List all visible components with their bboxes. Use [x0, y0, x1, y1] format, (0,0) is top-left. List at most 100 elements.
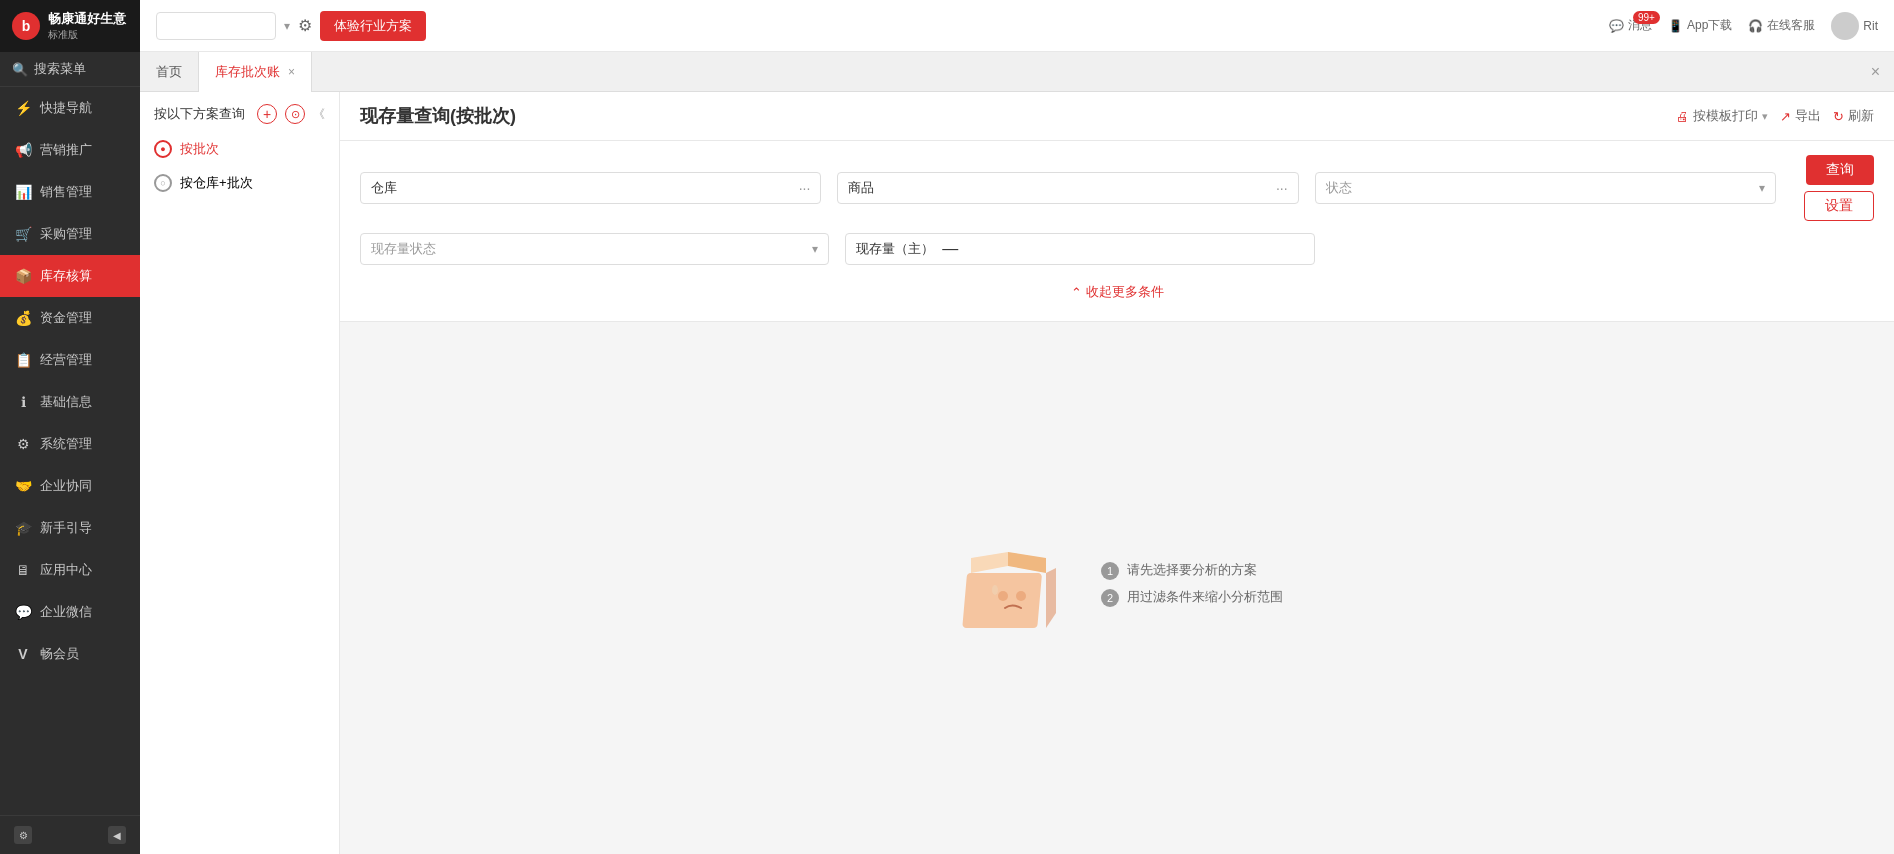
app-download-icon: 📱 — [1668, 19, 1683, 33]
status-arrow: ▾ — [1759, 181, 1765, 195]
tab-close-btn[interactable]: × — [1871, 63, 1880, 81]
scheme-item-batch[interactable]: ● 按批次 — [140, 132, 339, 166]
sidebar-item-label: 营销推广 — [40, 141, 92, 159]
sidebar-item-label: 资金管理 — [40, 309, 92, 327]
page-actions: 🖨 按模板打印 ▾ ↗ 导出 ↻ 刷新 — [1676, 107, 1874, 125]
panel-add-btn[interactable]: + — [257, 104, 277, 124]
topbar-gear-icon[interactable]: ⚙ — [298, 16, 312, 35]
user-menu[interactable]: Rit — [1831, 12, 1878, 40]
page-header: 现存量查询(按批次) 🖨 按模板打印 ▾ ↗ 导出 ↻ 刷新 — [340, 92, 1894, 141]
scroll-down-btn[interactable]: ◀ — [108, 826, 126, 844]
warehouse-dots[interactable]: ··· — [799, 180, 811, 196]
topbar-search-input[interactable] — [156, 12, 276, 40]
enterprise-icon: 🤝 — [14, 477, 32, 495]
search-menu-item[interactable]: 🔍 搜索菜单 — [0, 52, 140, 87]
sidebar-item-label: 畅会员 — [40, 645, 79, 663]
topbar-chevron-icon[interactable]: ▾ — [284, 19, 290, 33]
export-btn[interactable]: ↗ 导出 — [1780, 107, 1821, 125]
refresh-label: 刷新 — [1848, 107, 1874, 125]
panel-collapse-btn[interactable]: 《 — [313, 106, 325, 123]
operations-icon: 📋 — [14, 351, 32, 369]
product-dots[interactable]: ··· — [1276, 180, 1288, 196]
sidebar-item-basic-info[interactable]: ℹ 基础信息 — [0, 381, 140, 423]
tab-close-icon[interactable]: × — [288, 65, 295, 79]
tabbar: 首页 库存批次账 × × — [140, 52, 1894, 92]
tab-inventory-batch-label: 库存批次账 — [215, 63, 280, 81]
stock-qty-label: 现存量（主） — [856, 240, 934, 258]
set-btn[interactable]: 设置 — [1804, 191, 1874, 221]
weixin-icon: 💬 — [14, 603, 32, 621]
shortcut-icon: ⚡ — [14, 99, 32, 117]
sidebar-item-inventory[interactable]: 📦 库存核算 — [0, 255, 140, 297]
scheme-item-warehouse-batch[interactable]: ○ 按仓库+批次 — [140, 166, 339, 200]
svg-marker-2 — [1008, 552, 1046, 573]
panel-settings-btn[interactable]: ⊙ — [285, 104, 305, 124]
app-download-btn[interactable]: 📱 App下载 — [1668, 17, 1732, 34]
search-icon: 🔍 — [12, 62, 28, 77]
experience-btn[interactable]: 体验行业方案 — [320, 11, 426, 41]
stock-status-label: 现存量状态 — [371, 240, 812, 258]
sidebar-item-system[interactable]: ⚙ 系统管理 — [0, 423, 140, 465]
messages-btn[interactable]: 💬 消息 99+ — [1609, 17, 1652, 34]
sales-icon: 📊 — [14, 183, 32, 201]
app-center-icon: 🖥 — [14, 561, 32, 579]
collapse-icon: ⌃ — [1071, 285, 1082, 300]
message-icon: 💬 — [1609, 19, 1624, 33]
sidebar-item-label: 库存核算 — [40, 267, 92, 285]
app-name: 畅康通好生意 — [48, 11, 126, 28]
svg-marker-1 — [971, 552, 1008, 573]
sidebar-item-weixin[interactable]: 💬 企业微信 — [0, 591, 140, 633]
app-download-label: App下载 — [1687, 17, 1732, 34]
topbar-right: 💬 消息 99+ 📱 App下载 🎧 在线客服 Rit — [1609, 12, 1878, 40]
collapse-label: 收起更多条件 — [1086, 283, 1164, 301]
sidebar-item-marketing[interactable]: 📢 营销推广 — [0, 129, 140, 171]
empty-svg — [951, 528, 1071, 648]
sidebar-item-finance[interactable]: 💰 资金管理 — [0, 297, 140, 339]
refresh-btn[interactable]: ↻ 刷新 — [1833, 107, 1874, 125]
online-service-btn[interactable]: 🎧 在线客服 — [1748, 17, 1815, 34]
sidebar-item-purchase[interactable]: 🛒 采购管理 — [0, 213, 140, 255]
export-label: 导出 — [1795, 107, 1821, 125]
panel-header: 按以下方案查询 + ⊙ 《 — [140, 92, 339, 132]
purchase-icon: 🛒 — [14, 225, 32, 243]
sidebar-item-sales[interactable]: 📊 销售管理 — [0, 171, 140, 213]
sidebar-item-app-center[interactable]: 🖥 应用中心 — [0, 549, 140, 591]
stock-qty-filter[interactable]: 现存量（主） — — [845, 233, 1314, 265]
print-icon: 🖨 — [1676, 109, 1689, 124]
svg-marker-3 — [1046, 568, 1056, 628]
empty-state: 1 请先选择要分析的方案 2 用过滤条件来缩小分析范围 — [340, 322, 1894, 854]
app-brand: 畅康通好生意 标准版 — [48, 11, 126, 41]
print-btn[interactable]: 🖨 按模板打印 ▾ — [1676, 107, 1768, 125]
right-panel: 现存量查询(按批次) 🖨 按模板打印 ▾ ↗ 导出 ↻ 刷新 — [340, 92, 1894, 854]
app-edition: 标准版 — [48, 28, 126, 41]
warehouse-filter[interactable]: 仓库 ··· — [360, 172, 821, 204]
scroll-up-btn[interactable]: ⚙ — [14, 826, 32, 844]
panel-actions: + ⊙ 《 — [257, 104, 325, 124]
service-icon: 🎧 — [1748, 19, 1763, 33]
query-btn[interactable]: 查询 — [1806, 155, 1874, 185]
sidebar-item-label: 采购管理 — [40, 225, 92, 243]
sidebar: b 畅康通好生意 标准版 🔍 搜索菜单 ⚡ 快捷导航 📢 营销推广 📊 销售管理… — [0, 0, 140, 854]
tab-inventory-batch[interactable]: 库存批次账 × — [199, 52, 312, 92]
sidebar-item-enterprise[interactable]: 🤝 企业协同 — [0, 465, 140, 507]
stock-status-filter[interactable]: 现存量状态 ▾ — [360, 233, 829, 265]
empty-hint-2: 2 用过滤条件来缩小分析范围 — [1101, 588, 1283, 607]
empty-hint-1: 1 请先选择要分析的方案 — [1101, 561, 1283, 580]
content-area: 按以下方案查询 + ⊙ 《 ● 按批次 ○ 按仓库+批次 现存量查询(按批次) — [140, 92, 1894, 854]
sidebar-item-member[interactable]: V 畅会员 — [0, 633, 140, 675]
sidebar-item-newbie[interactable]: 🎓 新手引导 — [0, 507, 140, 549]
filter-row-1: 仓库 ··· 商品 ··· 状态 ▾ 查询 设置 — [360, 155, 1874, 221]
username: Rit — [1863, 19, 1878, 33]
print-chevron-icon[interactable]: ▾ — [1762, 110, 1768, 123]
product-filter[interactable]: 商品 ··· — [837, 172, 1298, 204]
scheme-batch-label: 按批次 — [180, 140, 219, 158]
sidebar-item-shortcut[interactable]: ⚡ 快捷导航 — [0, 87, 140, 129]
collapse-btn[interactable]: ⌃ 收起更多条件 — [360, 277, 1874, 307]
sidebar-item-operations[interactable]: 📋 经营管理 — [0, 339, 140, 381]
status-filter[interactable]: 状态 ▾ — [1315, 172, 1776, 204]
topbar: ▾ ⚙ 体验行业方案 💬 消息 99+ 📱 App下载 🎧 在线客服 Rit — [140, 0, 1894, 52]
tab-home[interactable]: 首页 — [140, 52, 199, 92]
empty-illustration — [951, 528, 1071, 648]
inventory-icon: 📦 — [14, 267, 32, 285]
filter-row-2: 现存量状态 ▾ 现存量（主） — — [360, 233, 1874, 265]
